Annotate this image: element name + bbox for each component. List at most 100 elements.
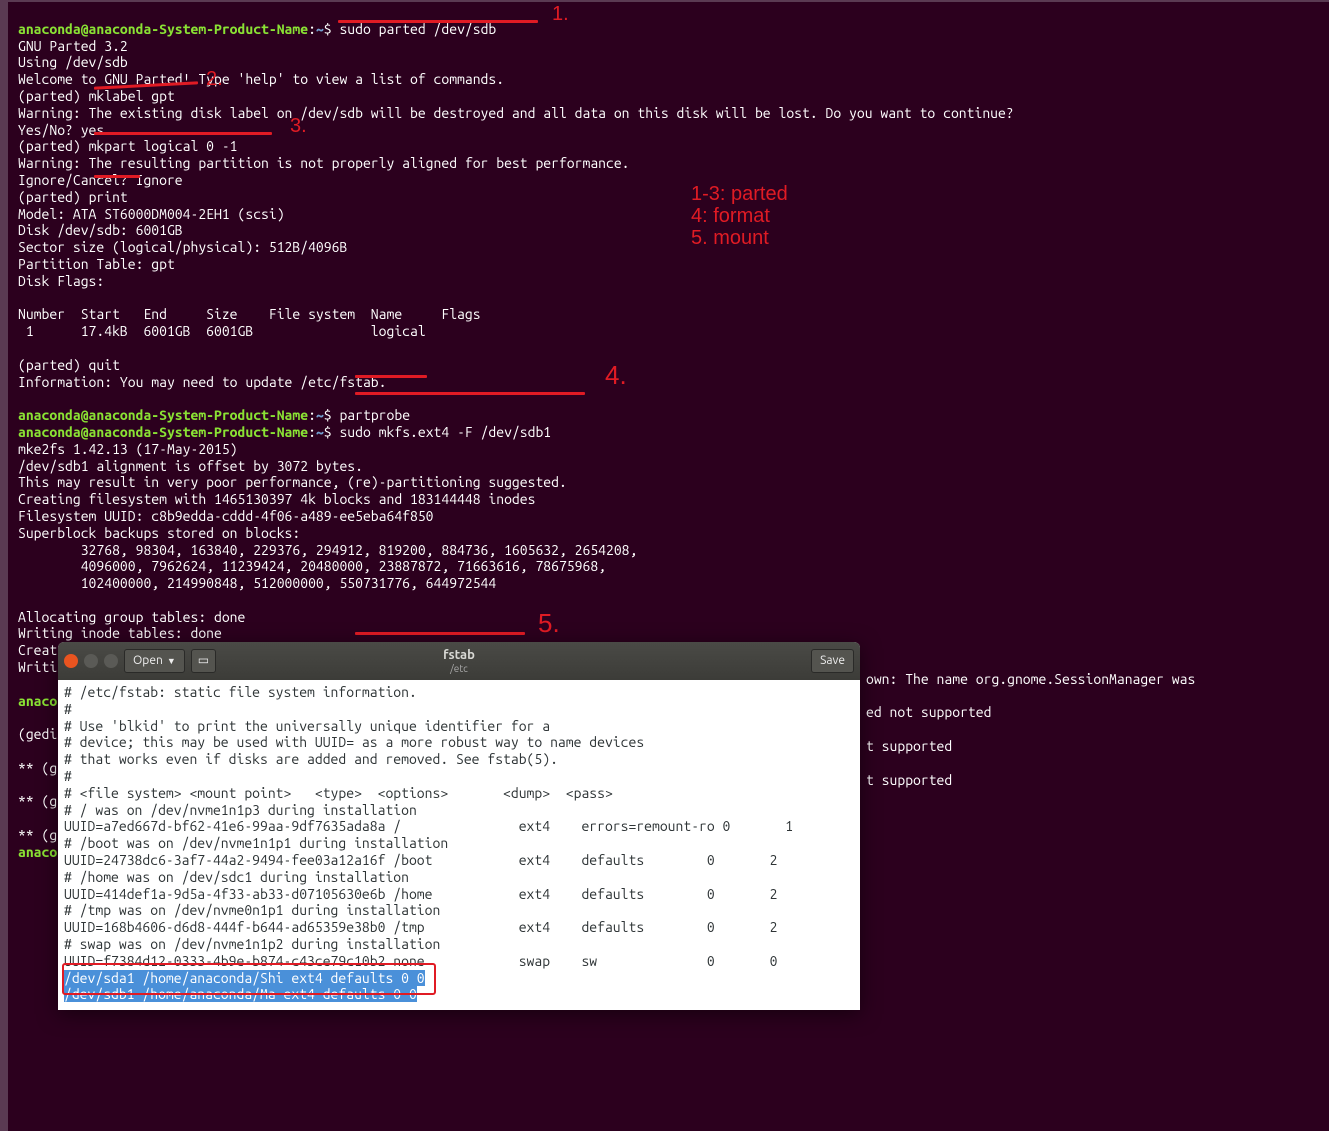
fstab-line: UUID=24738dc6-3af7-44a2-9494-fee03a12a16… — [64, 852, 777, 868]
open-button-label: Open — [133, 654, 163, 668]
parted-cmd: mkpart logical 0 -1 — [89, 138, 238, 154]
output-line: Welcome to GNU Parted! Type 'help' to vi… — [18, 71, 504, 87]
blank — [18, 592, 26, 608]
annotation-4: 4. — [605, 360, 627, 391]
parted-cmd: mklabel gpt — [89, 88, 175, 104]
prompt-sep: : — [308, 424, 316, 440]
output-line: ** (g — [18, 827, 57, 843]
gedit-titlebar[interactable]: Open ▼ ▭ fstab /etc Save — [58, 642, 860, 680]
output-line: Yes/No? yes — [18, 122, 104, 138]
legend-1: 1-3: parted — [691, 182, 788, 206]
output-line: Partition Table: gpt — [18, 256, 175, 272]
output-line: GNU Parted 3.2 — [18, 38, 128, 54]
blank — [18, 676, 26, 692]
fstab-line-selected: /dev/sdb1 /home/anaconda/Ma ext4 default… — [64, 986, 417, 1002]
gedit-editor[interactable]: # /etc/fstab: static file system informa… — [58, 680, 860, 1010]
fstab-line: # /home was on /dev/sdc1 during installa… — [64, 869, 409, 885]
fstab-line: # /boot was on /dev/nvme1n1p1 during ins… — [64, 835, 448, 851]
underline-annotation-mkfs — [355, 392, 585, 395]
underline-annotation-1 — [338, 20, 538, 23]
output-line: Superblock backups stored on blocks: — [18, 525, 300, 541]
new-document-icon: ▭ — [198, 654, 209, 668]
output-line: Using /dev/sdb — [18, 54, 128, 70]
prompt-sep: : — [308, 407, 316, 423]
output-line: /dev/sdb1 alignment is offset by 3072 by… — [18, 458, 363, 474]
fstab-line: UUID=f7384d12-0333-4b9e-b874-c43ce79c10b… — [64, 953, 777, 969]
fstab-line: # swap was on /dev/nvme1n1p2 during inst… — [64, 936, 440, 952]
prompt-path: ~ — [316, 424, 324, 440]
prompt-sigil: $ — [324, 407, 332, 423]
fstab-line: # <file system> <mount point> <type> <op… — [64, 785, 613, 801]
prompt-path: ~ — [316, 407, 324, 423]
underline-annotation-3 — [94, 132, 272, 135]
output-line: ** (g — [18, 760, 57, 776]
blank — [18, 743, 26, 759]
prompt-sep: : — [308, 21, 316, 37]
output-line: mke2fs 1.42.13 (17-May-2015) — [18, 441, 238, 457]
fstab-line: # / was on /dev/nvme1n1p3 during install… — [64, 802, 417, 818]
output-line: Creating filesystem with 1465130397 4k b… — [18, 491, 535, 507]
minimize-icon[interactable] — [84, 654, 98, 668]
output-line: Model: ATA ST6000DM004-2EH1 (scsi) — [18, 206, 285, 222]
annotation-2: 2. — [206, 67, 223, 91]
open-button[interactable]: Open ▼ — [124, 649, 185, 673]
output-line: Information: You may need to update /etc… — [18, 374, 386, 390]
prompt-path: ~ — [316, 21, 324, 37]
maximize-icon[interactable] — [104, 654, 118, 668]
underline-annotation-partprobe — [355, 375, 427, 378]
output-line: (gedi — [18, 726, 57, 742]
command-2: partprobe — [339, 407, 410, 423]
output-line: Number Start End Size File system Name F… — [18, 306, 481, 322]
bg-output-fragment: own: The name org.gnome.SessionManager w… — [866, 654, 1195, 788]
blank — [18, 290, 26, 306]
underline-annotation-print — [94, 175, 140, 178]
output-line: Disk Flags: — [18, 273, 104, 289]
annotation-1: 1. — [552, 2, 569, 26]
prompt-sigil: $ — [324, 424, 332, 440]
close-icon[interactable] — [64, 654, 78, 668]
output-line: 1 17.4kB 6001GB 6001GB logical — [18, 323, 426, 339]
output-line: 102400000, 214990848, 512000000, 5507317… — [18, 575, 496, 591]
parted-prompt: (parted) — [18, 88, 89, 104]
command-3: sudo mkfs.ext4 -F /dev/sdb1 — [339, 424, 551, 440]
fstab-line: UUID=414def1a-9d5a-4f33-ab33-d07105630e6… — [64, 886, 777, 902]
blank — [18, 390, 26, 406]
output-line: ** (g — [18, 793, 57, 809]
output-line: Allocating group tables: done — [18, 609, 245, 625]
new-tab-button[interactable]: ▭ — [191, 649, 216, 673]
command-1: sudo parted /dev/sdb — [339, 21, 496, 37]
fstab-line: # — [64, 768, 72, 784]
output-line: Sector size (logical/physical): 512B/409… — [18, 239, 347, 255]
prompt-user: anaco — [18, 844, 57, 860]
fstab-line-selected: /dev/sda1 /home/anaconda/Shi ext4 defaul… — [64, 970, 425, 986]
blank — [18, 340, 26, 356]
legend-3: 5. mount — [691, 226, 769, 250]
gedit-window[interactable]: Open ▼ ▭ fstab /etc Save # /etc/fstab: s… — [58, 642, 860, 1010]
prompt-user: anaconda@anaconda-System-Product-Name — [18, 407, 308, 423]
output-line: Filesystem UUID: c8b9edda-cddd-4f06-a489… — [18, 508, 434, 524]
fstab-line: # — [64, 701, 72, 717]
parted-prompt: (parted) — [18, 189, 89, 205]
output-line: Warning: The existing disk label on /dev… — [18, 105, 1014, 121]
prompt-user: anaconda@anaconda-System-Product-Name — [18, 424, 308, 440]
underline-annotation-gedit — [355, 632, 525, 635]
legend-2: 4: format — [691, 204, 770, 228]
window-buttons — [64, 654, 118, 668]
output-line: Warning: The resulting partition is not … — [18, 155, 630, 171]
prompt-user: anaconda@anaconda-System-Product-Name — [18, 21, 308, 37]
fstab-line: UUID=a7ed667d-bf62-41e6-99aa-9df7635ada8… — [64, 818, 793, 834]
output-line: Disk /dev/sdb: 6001GB — [18, 222, 183, 238]
parted-prompt: (parted) — [18, 138, 89, 154]
blank — [18, 777, 26, 793]
annotation-3: 3. — [290, 114, 307, 138]
fstab-line: # device; this may be used with UUID= as… — [64, 734, 644, 750]
save-button[interactable]: Save — [811, 649, 854, 673]
save-button-label: Save — [820, 654, 845, 668]
fstab-line: # Use 'blkid' to print the universally u… — [64, 718, 550, 734]
annotation-5: 5. — [538, 608, 560, 639]
output-line: 4096000, 7962624, 11239424, 20480000, 23… — [18, 558, 606, 574]
chevron-down-icon: ▼ — [167, 656, 176, 667]
output-line: 32768, 98304, 163840, 229376, 294912, 81… — [18, 542, 637, 558]
output-line: Writing inode tables: done — [18, 625, 222, 641]
fstab-line: # /tmp was on /dev/nvme0n1p1 during inst… — [64, 902, 440, 918]
